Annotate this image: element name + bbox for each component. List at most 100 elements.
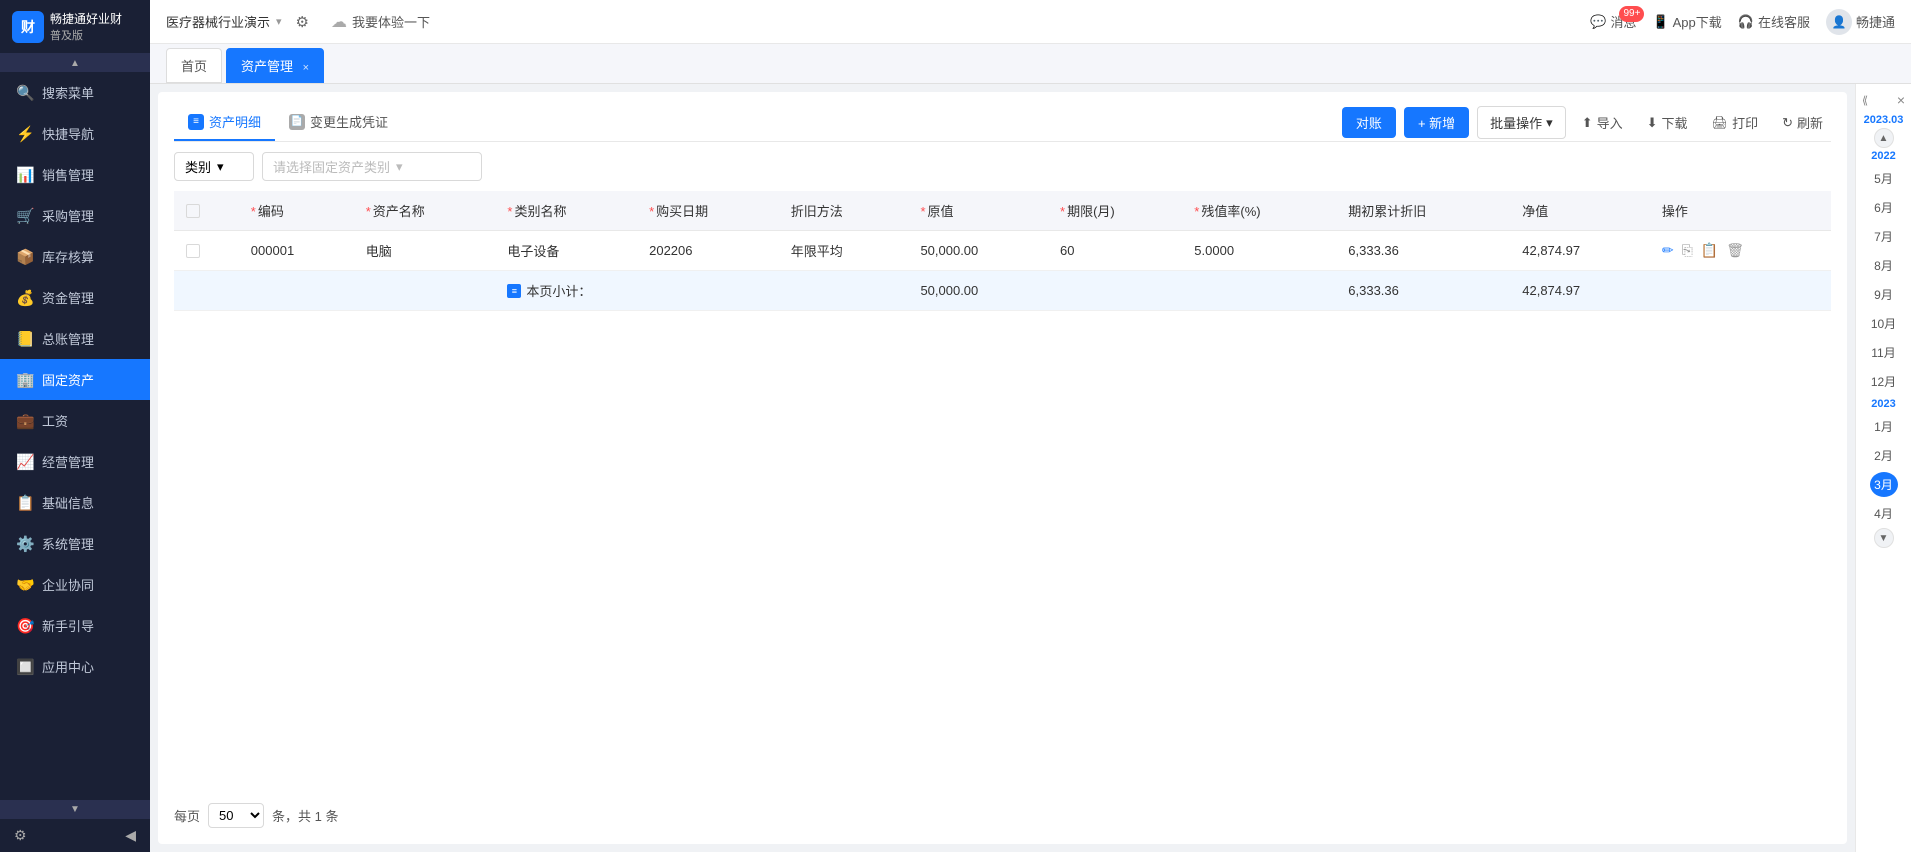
subtab-list[interactable]: ≡ 资产明细: [174, 104, 275, 141]
row-checkbox: [174, 231, 239, 271]
per-page-select[interactable]: 50 100 200: [208, 803, 264, 828]
th-depreciation: 折旧方法: [779, 191, 909, 231]
system-icon: ⚙️: [16, 535, 34, 553]
sidebar-item-ops[interactable]: 📈 经营管理: [0, 441, 150, 482]
subtab-voucher[interactable]: 📄 变更生成凭证: [275, 104, 402, 141]
panel-month-apr-2023[interactable]: 4月: [1856, 499, 1911, 528]
sidebar-item-coop[interactable]: 🤝 企业协同: [0, 564, 150, 605]
panel-expand-icon[interactable]: ⟪: [1862, 94, 1868, 107]
action-icons: ✏ ⎘ 📋 🗑: [1662, 242, 1819, 259]
panel-month-dec-2022[interactable]: 12月: [1856, 367, 1911, 396]
panel-month-jun-2022[interactable]: 6月: [1856, 193, 1911, 222]
reconcile-btn[interactable]: 对账: [1342, 107, 1396, 138]
row-accum-depre: 6,333.36: [1336, 231, 1510, 271]
panel-month-mar-2023[interactable]: 3月: [1870, 472, 1898, 497]
sidebar-item-base[interactable]: 📋 基础信息: [0, 482, 150, 523]
panel-month-oct-2022[interactable]: 10月: [1856, 309, 1911, 338]
panel-month-feb-2023[interactable]: 2月: [1856, 441, 1911, 470]
settings-gear-icon[interactable]: ⚙: [292, 9, 313, 35]
panel-month-sep-2022[interactable]: 9月: [1856, 280, 1911, 309]
th-checkbox: [174, 191, 239, 231]
download-label: App下载: [1673, 12, 1722, 31]
sidebar-item-label: 库存核算: [42, 247, 94, 266]
subtotal-label-text: 本页小计：: [526, 281, 591, 300]
duplicate-icon[interactable]: 📋: [1701, 242, 1718, 259]
sidebar-scroll-up[interactable]: ▲: [0, 54, 150, 72]
sidebar-item-fixedasset[interactable]: 🏢 固定资产: [0, 359, 150, 400]
panel-close-icon[interactable]: ×: [1897, 92, 1905, 108]
category-value-filter[interactable]: 请选择固定资产类别 ▾: [262, 152, 482, 181]
username-label: 畅捷通: [1856, 12, 1895, 31]
content-main: ≡ 资产明细 📄 变更生成凭证 对账 + 新增 批量操作 ▾ ⬆: [158, 92, 1847, 844]
total-label: 条，共 1 条: [272, 806, 338, 825]
messages-btn[interactable]: 💬 消息 99+: [1590, 12, 1636, 31]
sidebar-item-sales[interactable]: 📊 销售管理: [0, 154, 150, 195]
tab-home[interactable]: 首页: [166, 48, 222, 83]
row-depreciation: 年限平均: [779, 231, 909, 271]
sidebar-item-label: 采购管理: [42, 206, 94, 225]
sidebar-item-guide[interactable]: 🎯 新手引导: [0, 605, 150, 646]
sidebar-item-ledger[interactable]: 📒 总账管理: [0, 318, 150, 359]
settings-icon[interactable]: ⚙: [14, 827, 27, 844]
purchase-icon: 🛒: [16, 207, 34, 225]
print-btn[interactable]: 🖨 打印: [1704, 108, 1767, 137]
sidebar-item-quicknav[interactable]: ⚡ 快捷导航: [0, 113, 150, 154]
copy-icon[interactable]: ⎘: [1682, 242, 1693, 259]
panel-scroll-up-btn[interactable]: ▲: [1874, 128, 1894, 148]
tab-close-icon[interactable]: ×: [303, 62, 309, 74]
panel-month-jan-2023[interactable]: 1月: [1856, 412, 1911, 441]
panel-month-may-2022[interactable]: 5月: [1856, 164, 1911, 193]
collapse-icon[interactable]: ◀: [125, 827, 136, 844]
download-file-icon: ⬇: [1647, 115, 1658, 131]
delete-icon[interactable]: 🗑: [1726, 242, 1744, 259]
sidebar-item-inventory[interactable]: 📦 库存核算: [0, 236, 150, 277]
list-icon: ≡: [188, 114, 204, 130]
experience-btn[interactable]: ☁ 我要体验一下: [331, 12, 430, 32]
panel-month-aug-2022[interactable]: 8月: [1856, 251, 1911, 280]
sidebar-item-purchase[interactable]: 🛒 采购管理: [0, 195, 150, 236]
row-residual: 5.0000: [1182, 231, 1336, 271]
th-residual: *残值率(%): [1182, 191, 1336, 231]
panel-header: ⟪ ×: [1856, 88, 1911, 112]
download-btn[interactable]: 📱 App下载: [1652, 12, 1721, 31]
content-area: ≡ 资产明细 📄 变更生成凭证 对账 + 新增 批量操作 ▾ ⬆: [150, 84, 1911, 852]
sidebar-item-label: 固定资产: [42, 370, 94, 389]
pagination: 每页 50 100 200 条，共 1 条: [174, 795, 1831, 832]
select-all-checkbox[interactable]: [186, 204, 200, 218]
right-panel: ⟪ × 2023.03 ▲ 2022 5月 6月 7月 8月 9月 10月 11…: [1855, 84, 1911, 852]
sidebar-item-label: 总账管理: [42, 329, 94, 348]
panel-scroll-down-btn[interactable]: ▼: [1874, 528, 1894, 548]
category-filter[interactable]: 类别 ▾: [174, 152, 254, 181]
add-btn[interactable]: + 新增: [1404, 107, 1469, 138]
subtotal-icon: ≡: [507, 284, 521, 298]
refresh-btn[interactable]: ↻ 刷新: [1774, 108, 1831, 137]
import-btn[interactable]: ⬆ 导入: [1574, 108, 1631, 137]
tab-asset-label: 资产管理: [241, 59, 293, 74]
inventory-icon: 📦: [16, 248, 34, 266]
sidebar-item-system[interactable]: ⚙️ 系统管理: [0, 523, 150, 564]
sidebar-item-search[interactable]: 🔍 搜索菜单: [0, 72, 150, 113]
company-selector[interactable]: 医疗器械行业演示 ▾: [166, 12, 282, 31]
row-action: ✏ ⎘ 📋 🗑: [1650, 231, 1831, 271]
experience-label: 我要体验一下: [352, 12, 430, 31]
sidebar-logo: 财 畅捷通好业财 普及版: [0, 0, 150, 54]
sidebar-item-apps[interactable]: 🔲 应用中心: [0, 646, 150, 687]
sidebar-item-payroll[interactable]: 💼 工资: [0, 400, 150, 441]
batch-btn[interactable]: 批量操作 ▾: [1477, 106, 1566, 139]
row-name: 电脑: [354, 231, 496, 271]
sidebar-item-fund[interactable]: 💰 资金管理: [0, 277, 150, 318]
guide-icon: 🎯: [16, 617, 34, 635]
user-btn[interactable]: 👤 畅捷通: [1826, 9, 1895, 35]
subtotal-net-value: 42,874.97: [1510, 271, 1650, 311]
download-file-btn[interactable]: ⬇ 下载: [1639, 108, 1696, 137]
tab-asset[interactable]: 资产管理 ×: [226, 48, 324, 83]
per-page-label: 每页: [174, 806, 200, 825]
sidebar-scroll-down[interactable]: ▼: [0, 800, 150, 818]
panel-scroll-up-area: ▲: [1874, 128, 1894, 148]
edit-icon[interactable]: ✏: [1662, 242, 1674, 259]
panel-month-jul-2022[interactable]: 7月: [1856, 222, 1911, 251]
panel-month-nov-2022[interactable]: 11月: [1856, 338, 1911, 367]
service-btn[interactable]: 🎧 在线客服: [1738, 12, 1810, 31]
sidebar: 财 畅捷通好业财 普及版 ▲ 🔍 搜索菜单 ⚡ 快捷导航 📊 销售管理 🛒 采购…: [0, 0, 150, 852]
row-select-checkbox[interactable]: [186, 244, 200, 258]
